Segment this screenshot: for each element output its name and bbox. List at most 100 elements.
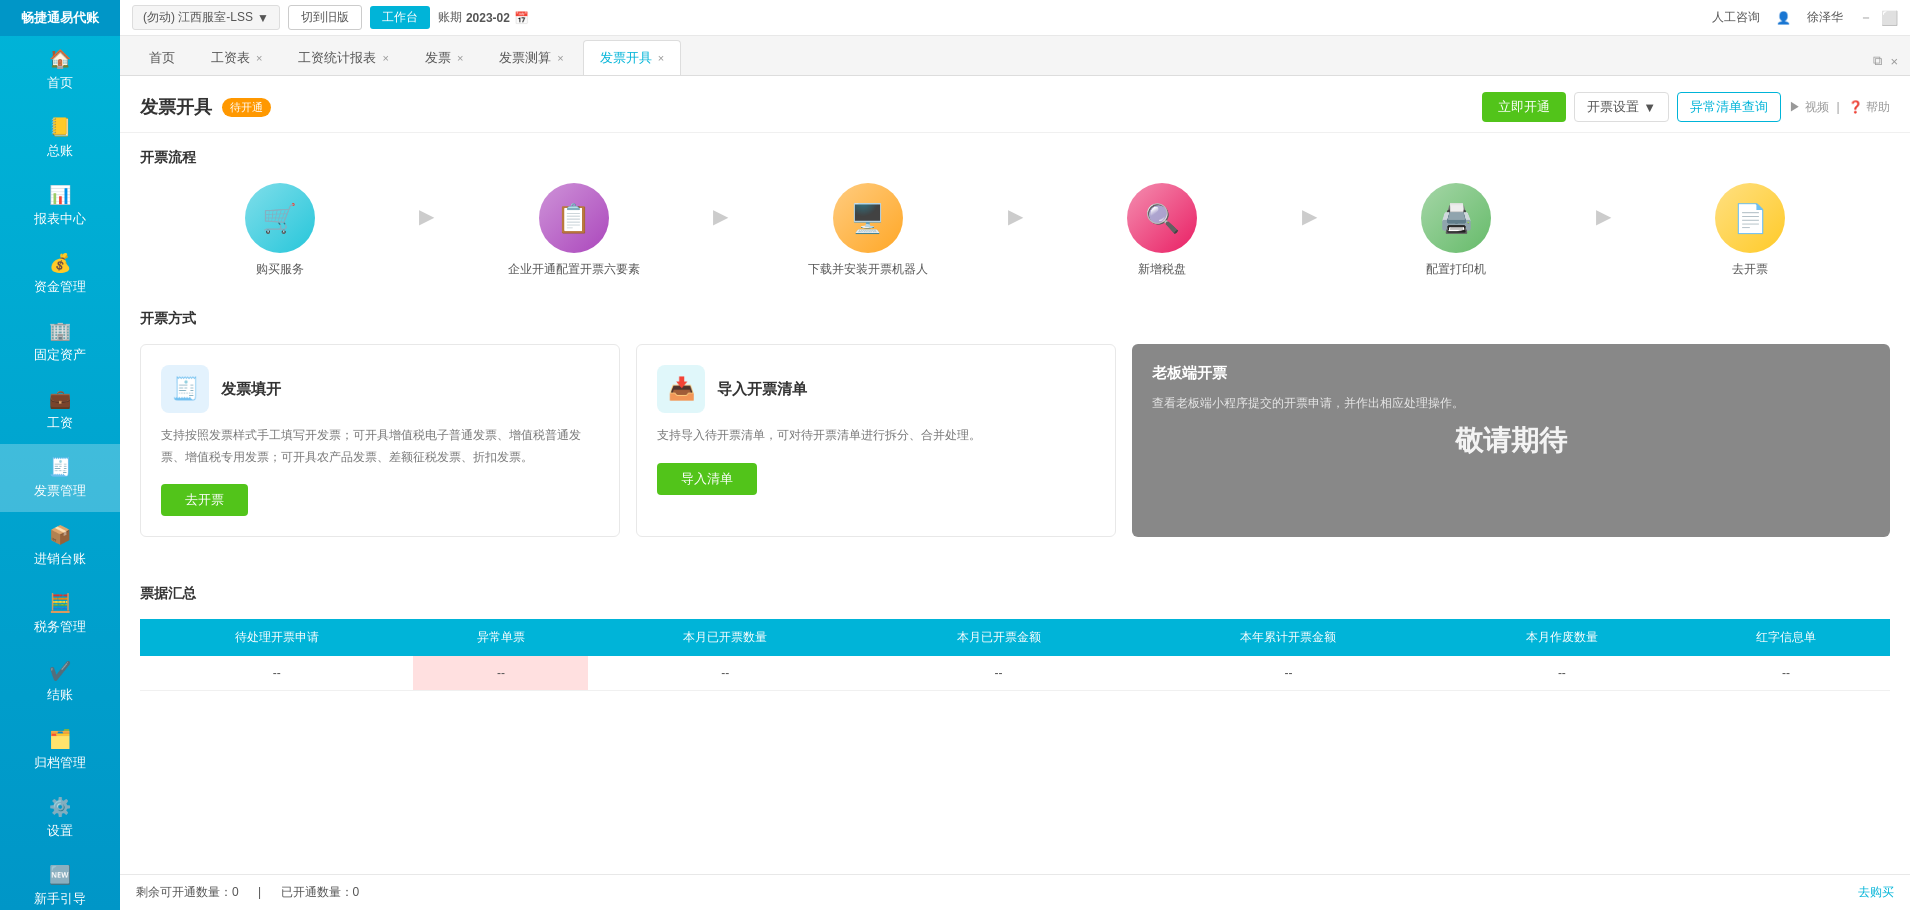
tab-invoice-calc[interactable]: 发票测算 × [482,40,580,75]
settings-button[interactable]: 开票设置 ▼ [1574,92,1669,122]
sidebar-item-assets[interactable]: 🏢 固定资产 [0,308,120,376]
company-name: (勿动) 江西服室-LSS [143,9,253,26]
sidebar-item-invoice[interactable]: 🧾 发票管理 [0,444,120,512]
tax-icon: 🧮 [49,592,71,614]
help-area: ▶ 视频 | ❓ 帮助 [1789,99,1890,116]
tab-invoice-label: 发票 [425,49,451,67]
tab-invoice-open-close[interactable]: × [658,52,664,64]
sidebar-item-home[interactable]: 🏠 首页 [0,36,120,104]
sidebar-item-guide[interactable]: 🆕 新手引导 [0,852,120,910]
flow-step-5-icon: 🖨️ [1421,183,1491,253]
tab-invoice-open[interactable]: 发票开具 × [583,40,681,75]
sidebar-item-settings[interactable]: ⚙️ 设置 [0,784,120,852]
main-area: (勿动) 江西服室-LSS ▼ 切到旧版 工作台 账期 2023-02 📅 人工… [120,0,1910,910]
support-label[interactable]: 人工咨询 [1712,9,1760,26]
tab-payroll-report-label: 工资统计报表 [298,49,376,67]
status-badge: 待开通 [222,98,271,117]
summary-cell-0: -- [140,656,413,691]
topbar-right: 人工咨询 👤 徐泽华 － ⬜ [1712,9,1898,27]
sidebar-item-tax-label: 税务管理 [34,618,86,636]
flow-step-3-label: 下载并安装开票机器人 [808,261,928,278]
flow-step-1: 🛒 购买服务 [140,183,419,278]
way-old-desc: 查看老板端小程序提交的开票申请，并作出相应处理操作。 [1152,393,1870,415]
flow-step-2-icon: 📋 [539,183,609,253]
sidebar-item-reports-label: 报表中心 [34,210,86,228]
ledger-icon: 📒 [49,116,71,138]
flow-step-1-icon: 🛒 [245,183,315,253]
flow-step-4-label: 新增税盘 [1138,261,1186,278]
sidebar-item-funds[interactable]: 💰 资金管理 [0,240,120,308]
flow-step-2: 📋 企业开通配置开票六要素 [434,183,713,278]
flow-step-3-icon: 🖥️ [833,183,903,253]
tab-close-icon[interactable]: × [1890,54,1898,69]
sidebar-item-settlement[interactable]: ✔️ 结账 [0,648,120,716]
sidebar-item-inout[interactable]: 📦 进销台账 [0,512,120,580]
sidebar-item-tax[interactable]: 🧮 税务管理 [0,580,120,648]
way-old-title: 老板端开票 [1152,364,1870,383]
import-list-button[interactable]: 导入清单 [657,463,757,495]
way-import-title: 导入开票清单 [717,380,807,399]
maximize-icon[interactable]: ⬜ [1881,10,1898,26]
tab-invoice-close[interactable]: × [457,52,463,64]
goto-buy-link[interactable]: 去购买 [1858,884,1894,901]
sidebar-item-guide-label: 新手引导 [34,890,86,908]
flow-step-5: 🖨️ 配置打印机 [1317,183,1596,278]
flow-step-6: 📄 去开票 [1611,183,1890,278]
flow-arrow-5: ▶ [1596,204,1611,228]
settings-icon: ⚙️ [49,796,71,818]
summary-cell-4: -- [1135,656,1441,691]
sidebar-item-ledger[interactable]: 📒 总账 [0,104,120,172]
video-icon[interactable]: ▶ 视频 [1789,99,1828,116]
calendar-icon[interactable]: 📅 [514,11,529,25]
tab-payroll-close[interactable]: × [256,52,262,64]
summary-title: 票据汇总 [140,585,1890,603]
bottom-bar: 剩余可开通数量：0 | 已开通数量：0 去购买 [120,874,1910,910]
app-logo: 畅捷通易代账 [0,0,120,36]
minimize-icon[interactable]: － [1859,9,1873,27]
tab-invoice-calc-close[interactable]: × [557,52,563,64]
tab-invoice[interactable]: 发票 × [408,40,480,75]
tab-payroll-label: 工资表 [211,49,250,67]
settings-dropdown-icon: ▼ [1643,100,1656,115]
sidebar-item-ledger-label: 总账 [47,142,73,160]
sidebar-item-inout-label: 进销台账 [34,550,86,568]
summary-header-row: 待处理开票申请 异常单票 本月已开票数量 本月已开票金额 本年累计开票金额 本月… [140,619,1890,656]
tab-payroll-report-close[interactable]: × [382,52,388,64]
flow-title: 开票流程 [140,149,1890,167]
summary-cell-3: -- [862,656,1135,691]
way-card-old: 老板端开票 查看老板端小程序提交的开票申请，并作出相应处理操作。 敬请期待 [1132,344,1890,537]
coming-soon-text: 敬请期待 [1455,422,1567,460]
way-card-manual-header: 🧾 发票填开 [161,365,599,413]
help-icon[interactable]: ❓ 帮助 [1848,99,1890,116]
oldver-button[interactable]: 切到旧版 [288,5,362,30]
sidebar-item-assets-label: 固定资产 [34,346,86,364]
summary-table: 待处理开票申请 异常单票 本月已开票数量 本月已开票金额 本年累计开票金额 本月… [140,619,1890,691]
open-ways: 🧾 发票填开 支持按照发票样式手工填写开发票；可开具增值税电子普通发票、增值税普… [140,344,1890,553]
summary-cell-1: -- [413,656,588,691]
tab-payroll-report[interactable]: 工资统计报表 × [281,40,405,75]
archive-icon: 🗂️ [49,728,71,750]
summary-header-5: 本月作废数量 [1442,619,1683,656]
page-title: 发票开具 [140,95,212,119]
way-import-icon: 📥 [657,365,705,413]
tab-home[interactable]: 首页 [132,40,192,75]
abnormal-button[interactable]: 异常清单查询 [1677,92,1781,122]
flow-step-1-label: 购买服务 [256,261,304,278]
reports-icon: 📊 [49,184,71,206]
flow-step-4-icon: 🔍 [1127,183,1197,253]
goto-invoice-button[interactable]: 去开票 [161,484,248,516]
inout-icon: 📦 [49,524,71,546]
sidebar-item-payroll[interactable]: 💼 工资 [0,376,120,444]
tab-restore-icon[interactable]: ⧉ [1873,53,1882,69]
sidebar-item-archive-label: 归档管理 [34,754,86,772]
workspace-button[interactable]: 工作台 [370,6,430,29]
sidebar-item-reports[interactable]: 📊 报表中心 [0,172,120,240]
window-controls: － ⬜ [1859,9,1898,27]
company-selector[interactable]: (勿动) 江西服室-LSS ▼ [132,5,280,30]
open-now-button[interactable]: 立即开通 [1482,92,1566,122]
sidebar-item-archive[interactable]: 🗂️ 归档管理 [0,716,120,784]
tab-payroll[interactable]: 工资表 × [194,40,279,75]
summary-cell-5: -- [1442,656,1683,691]
flow-steps: 🛒 购买服务 ▶ 📋 企业开通配置开票六要素 ▶ 🖥️ 下载并安装开票机器人 ▶… [140,183,1890,278]
way-manual-title: 发票填开 [221,380,281,399]
